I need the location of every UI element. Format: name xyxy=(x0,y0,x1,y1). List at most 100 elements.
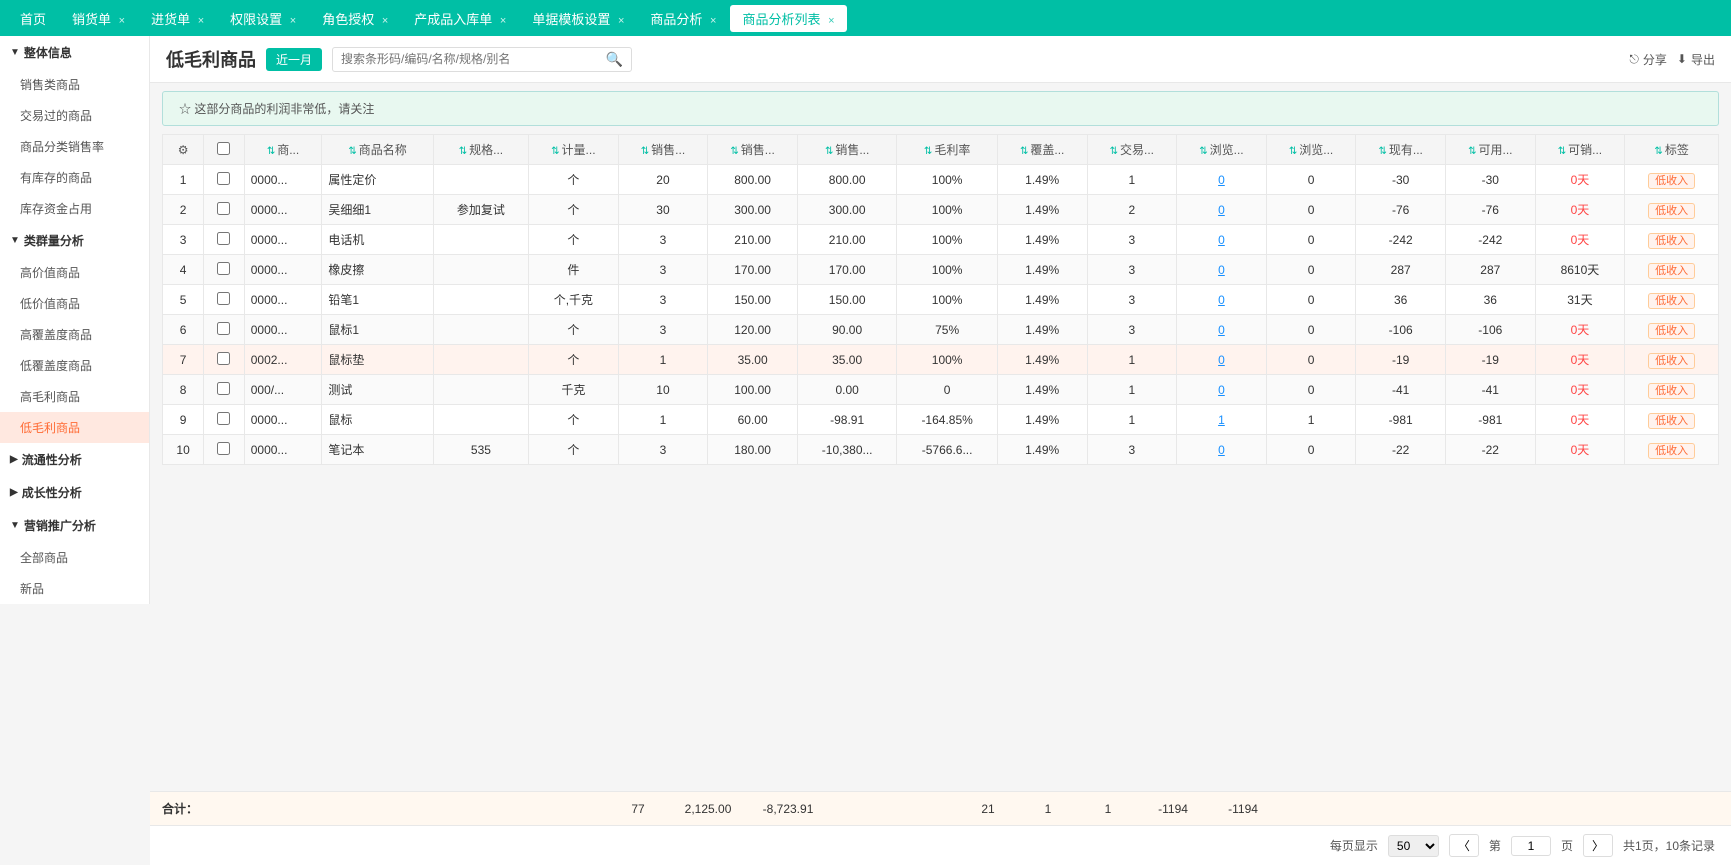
chevron-down-icon: ▼ xyxy=(10,520,20,531)
col-unit[interactable]: ⇅计量... xyxy=(529,135,619,165)
table-row: 7 0002... 鼠标垫 个 1 35.00 35.00 100% 1.49%… xyxy=(163,345,1719,375)
col-stock[interactable]: ⇅现有... xyxy=(1356,135,1446,165)
col-saleable[interactable]: ⇅可销... xyxy=(1535,135,1625,165)
row-checkbox[interactable] xyxy=(204,375,245,405)
sidebar-item-capital[interactable]: 库存资金占用 xyxy=(0,193,149,224)
row-s3: 90.00 xyxy=(797,315,896,345)
sidebar-group-marketing[interactable]: ▼ 营销推广分析 xyxy=(0,509,149,542)
row-checkbox[interactable] xyxy=(204,315,245,345)
row-checkbox[interactable] xyxy=(204,435,245,465)
table-row: 8 000/... 测试 千克 10 100.00 0.00 0 1.49% 1… xyxy=(163,375,1719,405)
time-filter-button[interactable]: 近一月 xyxy=(266,48,322,71)
col-check[interactable] xyxy=(204,135,245,165)
col-cover[interactable]: ⇅覆盖... xyxy=(997,135,1087,165)
nav-item-home[interactable]: 首页 xyxy=(8,5,58,32)
prev-page-button[interactable]: 〈 xyxy=(1449,834,1479,857)
row-browse1[interactable]: 0 xyxy=(1177,345,1267,375)
col-code[interactable]: ⇅商... xyxy=(244,135,322,165)
col-settings[interactable]: ⚙ xyxy=(163,135,204,165)
row-browse1[interactable]: 0 xyxy=(1177,315,1267,345)
sidebar-item-new-goods[interactable]: 新品 xyxy=(0,573,149,604)
row-checkbox[interactable] xyxy=(204,165,245,195)
col-spec[interactable]: ⇅规格... xyxy=(433,135,528,165)
search-icon[interactable]: 🔍 xyxy=(606,51,623,68)
close-icon[interactable]: × xyxy=(618,15,624,27)
row-stock: 287 xyxy=(1356,255,1446,285)
nav-item-product[interactable]: 产成品入库单 × xyxy=(402,5,518,32)
nav-item-role[interactable]: 角色授权 × xyxy=(310,5,400,32)
row-browse1[interactable]: 0 xyxy=(1177,375,1267,405)
select-all-checkbox[interactable] xyxy=(217,142,230,155)
row-cover: 1.49% xyxy=(997,435,1087,465)
page-input[interactable] xyxy=(1511,836,1551,856)
row-trade: 1 xyxy=(1087,165,1177,195)
sidebar-item-in-stock[interactable]: 有库存的商品 xyxy=(0,162,149,193)
sidebar-group-cluster[interactable]: ▼ 类群量分析 xyxy=(0,224,149,257)
sidebar-item-low-value[interactable]: 低价值商品 xyxy=(0,288,149,319)
col-browse2[interactable]: ⇅浏览... xyxy=(1266,135,1356,165)
row-checkbox[interactable] xyxy=(204,225,245,255)
row-checkbox[interactable] xyxy=(204,345,245,375)
col-sales2[interactable]: ⇅销售... xyxy=(708,135,798,165)
col-trade[interactable]: ⇅交易... xyxy=(1087,135,1177,165)
row-index: 2 xyxy=(163,195,204,225)
row-s3: 170.00 xyxy=(797,255,896,285)
sidebar-item-low-margin[interactable]: 低毛利商品 xyxy=(0,412,149,443)
sidebar-item-low-cover[interactable]: 低覆盖度商品 xyxy=(0,350,149,381)
sidebar-item-all-goods[interactable]: 全部商品 xyxy=(0,542,149,573)
row-browse1[interactable]: 0 xyxy=(1177,225,1267,255)
close-icon[interactable]: × xyxy=(198,15,204,27)
nav-item-template[interactable]: 单据模板设置 × xyxy=(520,5,636,32)
sidebar-item-category-rate[interactable]: 商品分类销售率 xyxy=(0,131,149,162)
sidebar-item-high-value[interactable]: 高价值商品 xyxy=(0,257,149,288)
sidebar-item-high-margin[interactable]: 高毛利商品 xyxy=(0,381,149,412)
col-gross[interactable]: ⇅毛利率 xyxy=(897,135,998,165)
row-code: 0000... xyxy=(244,405,322,435)
row-browse1[interactable]: 0 xyxy=(1177,255,1267,285)
sidebar-group-general[interactable]: ▼ 整体信息 xyxy=(0,36,149,69)
col-name[interactable]: ⇅商品名称 xyxy=(322,135,433,165)
row-unit: 个 xyxy=(529,345,619,375)
row-checkbox[interactable] xyxy=(204,255,245,285)
col-tag[interactable]: ⇅标签 xyxy=(1625,135,1719,165)
per-page-select[interactable]: 50 100 200 xyxy=(1388,835,1439,857)
footer-summary: 合计： 77 2,125.00 -8,723.91 21 1 1 -1194 -… xyxy=(150,791,1731,825)
sidebar-item-sales-goods[interactable]: 销售类商品 xyxy=(0,69,149,100)
sidebar-group-growth[interactable]: ▶ 成长性分析 xyxy=(0,476,149,509)
row-s2: 100.00 xyxy=(708,375,798,405)
close-icon[interactable]: × xyxy=(710,15,716,27)
sidebar-group-flow[interactable]: ▶ 流通性分析 xyxy=(0,443,149,476)
row-browse1[interactable]: 0 xyxy=(1177,195,1267,225)
share-button[interactable]: ⎋ 分享 xyxy=(1629,51,1667,68)
col-sales1[interactable]: ⇅销售... xyxy=(618,135,708,165)
row-browse2: 1 xyxy=(1266,405,1356,435)
row-checkbox[interactable] xyxy=(204,405,245,435)
nav-item-permission[interactable]: 权限设置 × xyxy=(218,5,308,32)
close-icon[interactable]: × xyxy=(119,15,125,27)
col-browse1[interactable]: ⇅浏览... xyxy=(1177,135,1267,165)
nav-item-sales[interactable]: 销货单 × xyxy=(60,5,137,32)
export-button[interactable]: ⬇ 导出 xyxy=(1677,51,1715,68)
sidebar-item-traded-goods[interactable]: 交易过的商品 xyxy=(0,100,149,131)
nav-item-analysis-list[interactable]: 商品分析列表 × xyxy=(730,5,846,32)
close-icon[interactable]: × xyxy=(290,15,296,27)
sidebar-item-high-cover[interactable]: 高覆盖度商品 xyxy=(0,319,149,350)
nav-item-purchase[interactable]: 进货单 × xyxy=(139,5,216,32)
row-cover: 1.49% xyxy=(997,375,1087,405)
row-stock: -76 xyxy=(1356,195,1446,225)
next-page-button[interactable]: 〉 xyxy=(1583,834,1613,857)
row-browse1[interactable]: 0 xyxy=(1177,165,1267,195)
nav-item-analysis[interactable]: 商品分析 × xyxy=(638,5,728,32)
row-s3: -10,380... xyxy=(797,435,896,465)
close-icon[interactable]: × xyxy=(382,15,388,27)
search-input[interactable] xyxy=(341,52,606,66)
close-icon[interactable]: × xyxy=(500,15,506,27)
row-browse1[interactable]: 0 xyxy=(1177,435,1267,465)
col-avail[interactable]: ⇅可用... xyxy=(1446,135,1536,165)
row-browse1[interactable]: 0 xyxy=(1177,285,1267,315)
row-checkbox[interactable] xyxy=(204,285,245,315)
row-browse1[interactable]: 1 xyxy=(1177,405,1267,435)
row-checkbox[interactable] xyxy=(204,195,245,225)
close-icon[interactable]: × xyxy=(828,15,834,27)
col-sales3[interactable]: ⇅销售... xyxy=(797,135,896,165)
